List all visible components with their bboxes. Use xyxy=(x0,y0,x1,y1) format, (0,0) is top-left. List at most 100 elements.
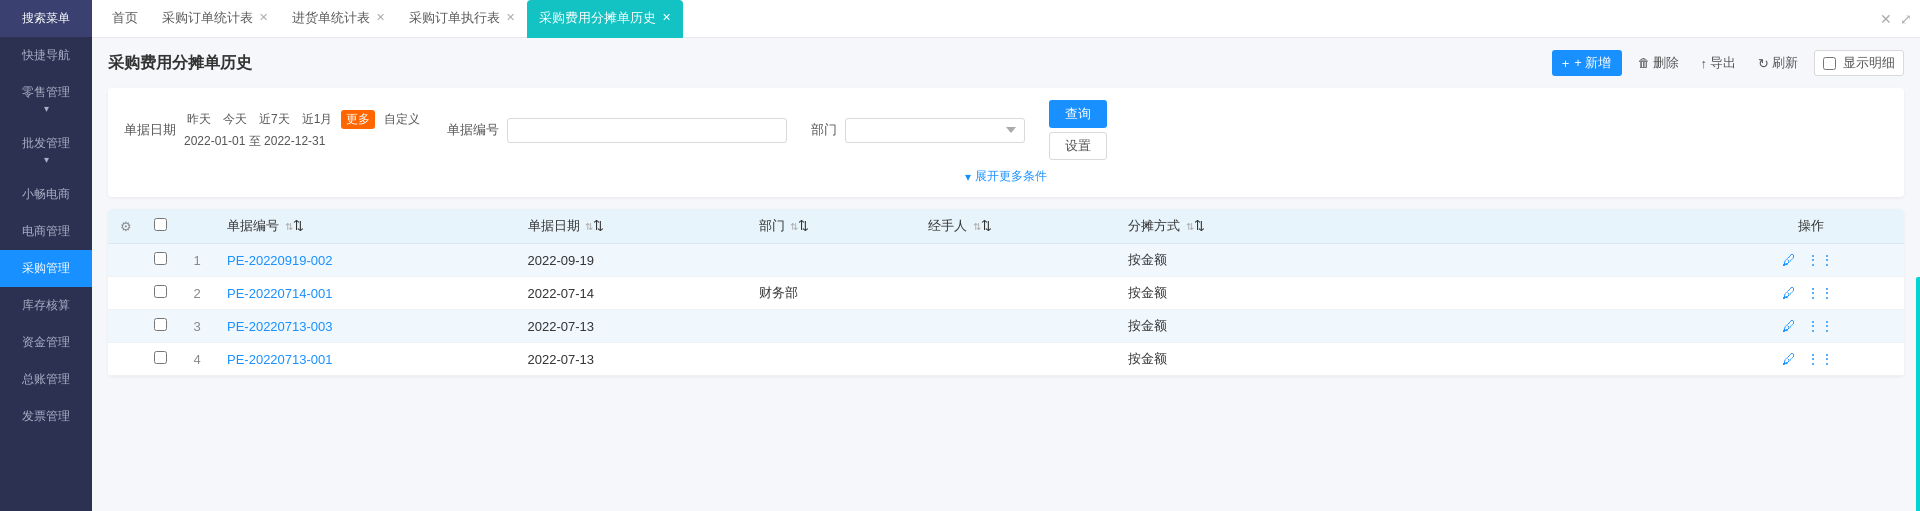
row-handler-2 xyxy=(918,310,1118,343)
row-checkbox-2[interactable] xyxy=(154,318,167,331)
num-col-header xyxy=(177,209,217,244)
row-checkbox-0[interactable] xyxy=(154,252,167,265)
search-row: 单据日期 昨天 今天 近7天 近1月 更多 自定义 2022-01-01 至 2… xyxy=(124,100,1888,160)
row-handler-3 xyxy=(918,343,1118,376)
yesterday-btn[interactable]: 昨天 xyxy=(184,110,214,129)
show-cols-checkbox[interactable] xyxy=(1823,57,1836,70)
query-btns-container: 查询 设置 xyxy=(1049,100,1107,160)
row-more-btn-2[interactable]: ⋮⋮ xyxy=(1806,318,1834,334)
row-check-3[interactable] xyxy=(144,343,177,376)
row-gear-1 xyxy=(108,277,144,310)
select-all-checkbox[interactable] xyxy=(154,218,167,231)
data-table: ⚙ 单据编号 ⇅ 单据日期 ⇅ xyxy=(108,209,1904,376)
more-date-btn[interactable]: 更多 xyxy=(341,110,375,129)
sidebar-item-retail[interactable]: 零售管理 ▾ xyxy=(0,74,92,125)
sidebar-item-label: 总账管理 xyxy=(4,371,88,388)
tab-purchase-cost-history[interactable]: 采购费用分摊单历史 ✕ xyxy=(527,0,683,38)
table-header-row: ⚙ 单据编号 ⇅ 单据日期 ⇅ xyxy=(108,209,1904,244)
row-edit-btn-0[interactable]: 🖊 xyxy=(1782,252,1796,268)
row-check-1[interactable] xyxy=(144,277,177,310)
row-more-btn-0[interactable]: ⋮⋮ xyxy=(1806,252,1834,268)
page-header: 采购费用分摊单历史 + + 新增 🗑 删除 ↑ 导出 ↻ 刷新 xyxy=(108,50,1904,76)
custom-date-btn[interactable]: 自定义 xyxy=(381,110,423,129)
row-num-1: 2 xyxy=(177,277,217,310)
sidebar-item-label: 发票管理 xyxy=(4,408,88,425)
gear-col-header[interactable]: ⚙ xyxy=(108,209,144,244)
query-button[interactable]: 查询 xyxy=(1049,100,1107,128)
row-edit-btn-2[interactable]: 🖊 xyxy=(1782,318,1796,334)
new-button[interactable]: + + 新增 xyxy=(1552,50,1622,76)
row-more-btn-1[interactable]: ⋮⋮ xyxy=(1806,285,1834,301)
tab-close-purchase-stats[interactable]: ✕ xyxy=(259,11,268,24)
sidebar-item-finance[interactable]: 资金管理 xyxy=(0,324,92,361)
date-shortcuts: 昨天 今天 近7天 近1月 更多 自定义 xyxy=(184,110,423,129)
tab-home[interactable]: 首页 xyxy=(100,0,150,38)
tab-goods-stats[interactable]: 进货单统计表 ✕ xyxy=(280,0,397,38)
expand-more-btn[interactable]: ▾ 展开更多条件 xyxy=(124,168,1888,185)
sidebar-item-purchase[interactable]: 采购管理 xyxy=(0,250,92,287)
search-settings-button[interactable]: 设置 xyxy=(1049,132,1107,160)
sidebar-item-ledger[interactable]: 总账管理 xyxy=(0,361,92,398)
row-dept-0 xyxy=(749,244,918,277)
search-bar: 单据日期 昨天 今天 近7天 近1月 更多 自定义 2022-01-01 至 2… xyxy=(108,88,1904,197)
row-edit-btn-1[interactable]: 🖊 xyxy=(1782,285,1796,301)
row-doc-no-0[interactable]: PE-20220919-002 xyxy=(217,244,518,277)
row-check-0[interactable] xyxy=(144,244,177,277)
sidebar-item-search[interactable]: 搜索菜单 xyxy=(0,0,92,37)
sidebar-item-inventory[interactable]: 库存核算 xyxy=(0,287,92,324)
row-gear-3 xyxy=(108,343,144,376)
row-more-btn-3[interactable]: ⋮⋮ xyxy=(1806,351,1834,367)
sidebar-item-wholesale[interactable]: 批发管理 ▾ xyxy=(0,125,92,176)
row-dept-3 xyxy=(749,343,918,376)
last7days-btn[interactable]: 近7天 xyxy=(256,110,293,129)
dept-select[interactable] xyxy=(845,118,1025,143)
tab-purchase-stats[interactable]: 采购订单统计表 ✕ xyxy=(150,0,280,38)
row-doc-no-2[interactable]: PE-20220713-003 xyxy=(217,310,518,343)
row-checkbox-1[interactable] xyxy=(154,285,167,298)
row-split-1: 按金额 xyxy=(1118,277,1718,310)
export-button[interactable]: ↑ 导出 xyxy=(1695,50,1743,76)
last1month-btn[interactable]: 近1月 xyxy=(299,110,336,129)
sidebar-item-ecommerce-mini[interactable]: 小畅电商 xyxy=(0,176,92,213)
row-checkbox-3[interactable] xyxy=(154,351,167,364)
doc-no-field: 单据编号 xyxy=(447,118,787,143)
tab-close-purchase-cost-history[interactable]: ✕ xyxy=(662,11,671,24)
handler-col-header: 经手人 ⇅ xyxy=(918,209,1118,244)
table-row: 2 PE-20220714-001 2022-07-14 财务部 按金额 🖊 ⋮… xyxy=(108,277,1904,310)
refresh-button[interactable]: ↻ 刷新 xyxy=(1752,50,1804,76)
show-cols-button[interactable]: 显示明细 xyxy=(1814,50,1904,76)
dept-sort-icon[interactable]: ⇅ xyxy=(788,218,809,233)
sidebar-item-quicknav[interactable]: 快捷导航 xyxy=(0,37,92,74)
row-doc-no-1[interactable]: PE-20220714-001 xyxy=(217,277,518,310)
doc-date-sort-icon[interactable]: ⇅ xyxy=(583,218,604,233)
table-row: 3 PE-20220713-003 2022-07-13 按金额 🖊 ⋮⋮ xyxy=(108,310,1904,343)
delete-button[interactable]: 🗑 删除 xyxy=(1632,50,1685,76)
date-range-text: 2022-01-01 至 2022-12-31 xyxy=(184,133,423,150)
dept-label: 部门 xyxy=(811,121,837,139)
expand-window-icon[interactable]: ⤢ xyxy=(1900,11,1912,27)
row-dept-2 xyxy=(749,310,918,343)
check-col-header xyxy=(144,209,177,244)
doc-no-sort-icon[interactable]: ⇅ xyxy=(283,218,304,233)
refresh-icon: ↻ xyxy=(1758,56,1769,71)
tab-purchase-exec[interactable]: 采购订单执行表 ✕ xyxy=(397,0,527,38)
dept-col-header: 部门 ⇅ xyxy=(749,209,918,244)
close-window-icon[interactable]: ✕ xyxy=(1880,11,1892,27)
sidebar-item-label: 批发管理 xyxy=(4,135,88,152)
split-sort-icon[interactable]: ⇅ xyxy=(1184,218,1205,233)
date-shortcuts-container: 昨天 今天 近7天 近1月 更多 自定义 2022-01-01 至 2022-1… xyxy=(184,110,423,150)
row-edit-btn-3[interactable]: 🖊 xyxy=(1782,351,1796,367)
row-date-0: 2022-09-19 xyxy=(518,244,749,277)
row-doc-no-3[interactable]: PE-20220713-001 xyxy=(217,343,518,376)
today-btn[interactable]: 今天 xyxy=(220,110,250,129)
sidebar-item-ecommerce[interactable]: 电商管理 xyxy=(0,213,92,250)
sidebar-item-invoice[interactable]: 发票管理 xyxy=(0,398,92,435)
tab-close-purchase-exec[interactable]: ✕ xyxy=(506,11,515,24)
row-gear-2 xyxy=(108,310,144,343)
tab-close-goods-stats[interactable]: ✕ xyxy=(376,11,385,24)
row-date-2: 2022-07-13 xyxy=(518,310,749,343)
doc-no-input[interactable] xyxy=(507,118,787,143)
row-check-2[interactable] xyxy=(144,310,177,343)
split-method-col-header: 分摊方式 ⇅ xyxy=(1118,209,1718,244)
handler-sort-icon[interactable]: ⇅ xyxy=(971,218,992,233)
